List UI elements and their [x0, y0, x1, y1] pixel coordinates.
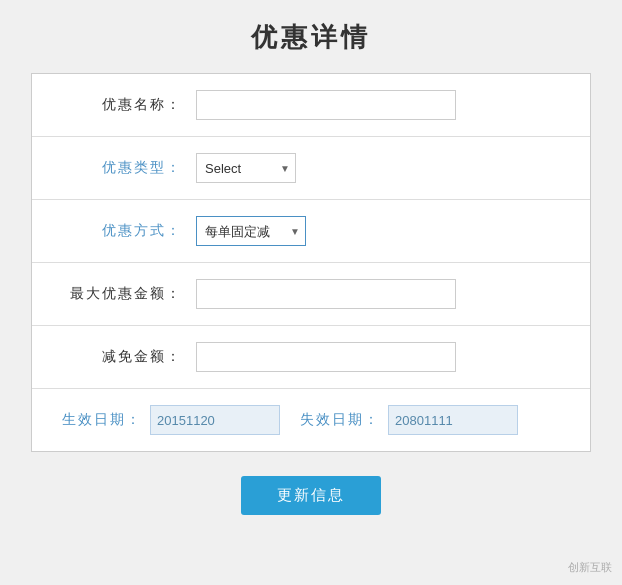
effective-date-input[interactable] [150, 405, 280, 435]
expiry-date-input[interactable] [388, 405, 518, 435]
effective-date-group: 生效日期： [62, 405, 280, 435]
method-select[interactable]: 每单固定减 每单折扣 满减 [196, 216, 306, 246]
name-input[interactable] [196, 90, 456, 120]
name-row: 优惠名称： [32, 74, 590, 137]
type-row: 优惠类型： Select ▼ [32, 137, 590, 200]
form-container: 优惠名称： 优惠类型： Select ▼ 优惠方式： 每单固定减 每单折扣 满减… [31, 73, 591, 452]
max-amount-row: 最大优惠金额： [32, 263, 590, 326]
max-amount-label: 最大优惠金额： [62, 285, 182, 303]
type-select-wrapper: Select ▼ [196, 153, 296, 183]
type-label: 优惠类型： [62, 159, 182, 177]
effective-date-label: 生效日期： [62, 411, 142, 429]
date-row: 生效日期： 失效日期： [32, 389, 590, 451]
type-select[interactable]: Select [196, 153, 296, 183]
submit-button[interactable]: 更新信息 [241, 476, 381, 515]
watermark: 创新互联 [568, 560, 612, 575]
page-title: 优惠详情 [251, 20, 371, 55]
discount-row: 减免金额： [32, 326, 590, 389]
max-amount-input[interactable] [196, 279, 456, 309]
name-label: 优惠名称： [62, 96, 182, 114]
discount-input[interactable] [196, 342, 456, 372]
method-row: 优惠方式： 每单固定减 每单折扣 满减 ▼ [32, 200, 590, 263]
method-select-wrapper: 每单固定减 每单折扣 满减 ▼ [196, 216, 306, 246]
discount-label: 减免金额： [62, 348, 182, 366]
method-label: 优惠方式： [62, 222, 182, 240]
date-row-inner: 生效日期： 失效日期： [62, 405, 518, 435]
expiry-date-label: 失效日期： [300, 411, 380, 429]
expiry-date-group: 失效日期： [300, 405, 518, 435]
